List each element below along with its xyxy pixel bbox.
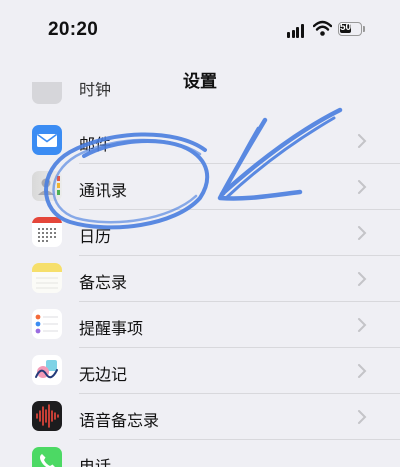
- chevron-right-icon: [358, 318, 367, 332]
- phone-icon: [32, 447, 62, 467]
- row-label: 提醒事项: [79, 319, 144, 338]
- row-label: 电话: [79, 457, 112, 467]
- reminders-icon: [32, 309, 62, 339]
- contacts-icon: [32, 171, 62, 201]
- calendar-icon: [32, 217, 62, 247]
- row-label: 时钟: [79, 82, 112, 99]
- freeform-icon: [32, 355, 62, 385]
- row-label: 备忘录: [79, 273, 128, 292]
- settings-list: 时钟 邮件 通讯录 日历 备忘录 提醒事项 无边记 语音备忘录 电话: [0, 0, 400, 467]
- clock-icon: [32, 82, 62, 104]
- row-label: 语音备忘录: [79, 411, 160, 430]
- settings-row-freeform[interactable]: 无边记: [0, 347, 400, 393]
- row-label: 无边记: [79, 365, 128, 384]
- chevron-right-icon: [358, 410, 367, 424]
- chevron-right-icon: [358, 134, 367, 148]
- chevron-right-icon: [358, 272, 367, 286]
- settings-row-clock[interactable]: 时钟: [0, 82, 400, 106]
- notes-icon: [32, 263, 62, 293]
- row-label: 邮件: [79, 135, 112, 154]
- voice-memos-icon: [32, 401, 62, 431]
- chevron-right-icon: [358, 226, 367, 240]
- mail-icon: [32, 125, 62, 155]
- settings-row-calendar[interactable]: 日历: [0, 209, 400, 255]
- row-label: 通讯录: [79, 181, 128, 200]
- settings-row-contacts[interactable]: 通讯录: [0, 163, 400, 209]
- settings-row-phone[interactable]: 电话: [0, 439, 400, 467]
- row-label: 日历: [79, 227, 112, 246]
- settings-row-notes[interactable]: 备忘录: [0, 255, 400, 301]
- settings-row-mail[interactable]: 邮件: [0, 117, 400, 163]
- chevron-right-icon: [358, 364, 367, 378]
- chevron-right-icon: [358, 180, 367, 194]
- settings-row-voice-memos[interactable]: 语音备忘录: [0, 393, 400, 439]
- settings-row-reminders[interactable]: 提醒事项: [0, 301, 400, 347]
